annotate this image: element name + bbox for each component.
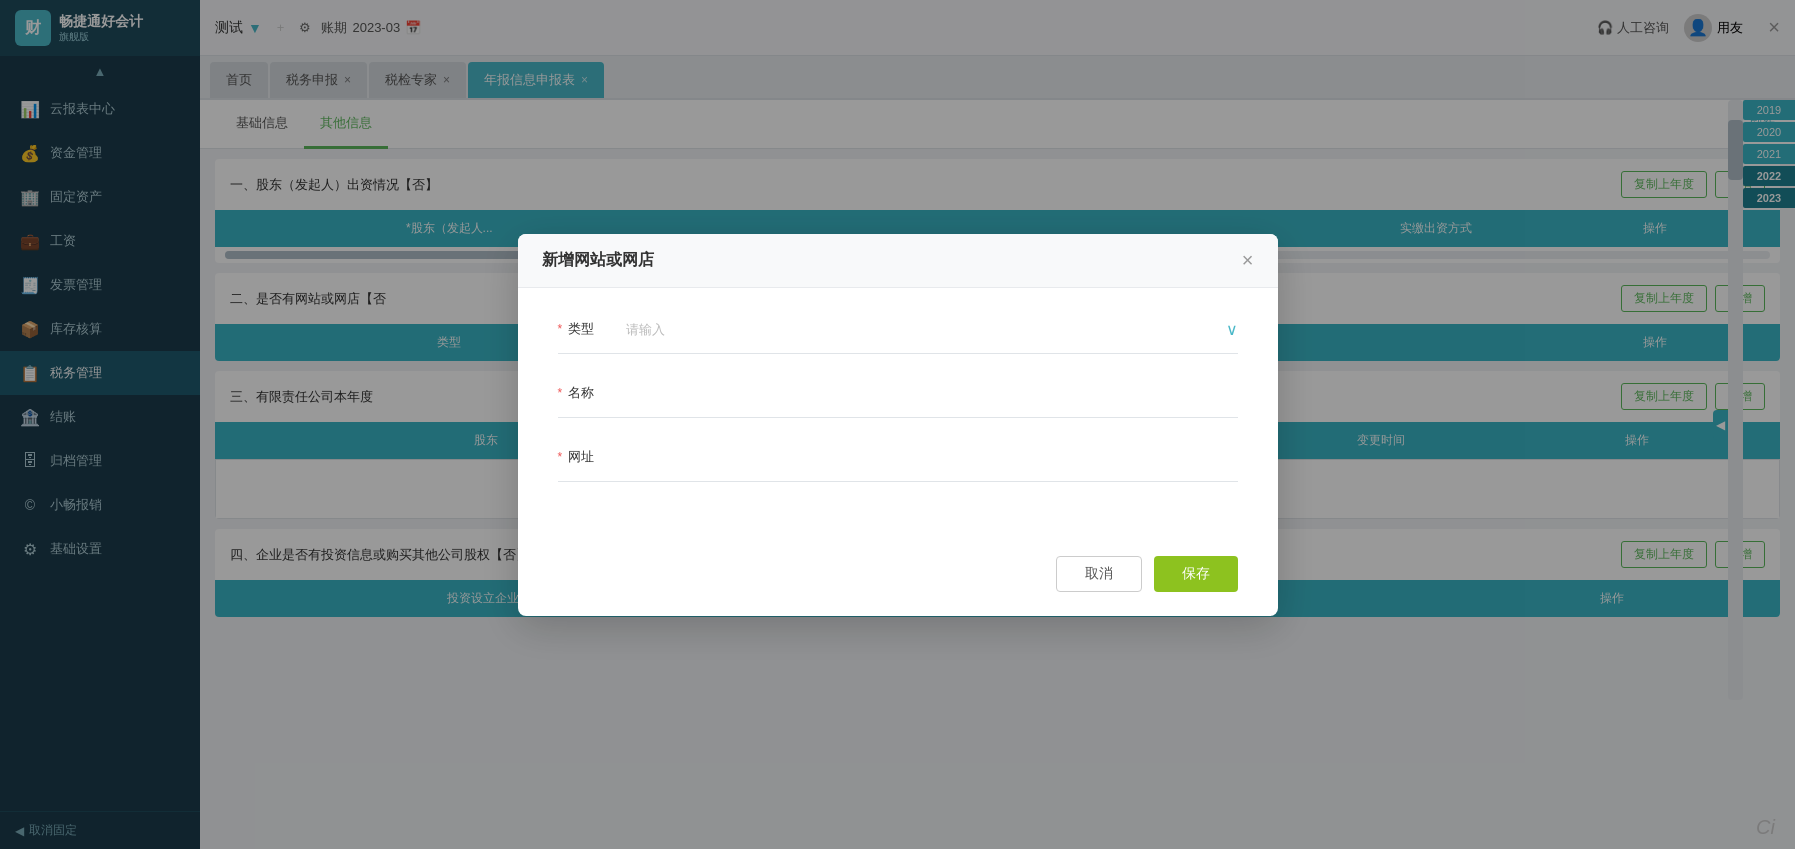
url-input[interactable]: [618, 446, 1238, 469]
modal-overlay[interactable]: 新增网站或网店 × * 类型 ∨ * 名称: [0, 0, 1795, 849]
name-input[interactable]: [618, 382, 1238, 405]
modal-header: 新增网站或网店 ×: [518, 234, 1278, 288]
type-dropdown-icon[interactable]: ∨: [1226, 320, 1238, 339]
form-row-url: * 网址: [558, 446, 1238, 482]
modal-body: * 类型 ∨ * 名称 * 网址: [518, 288, 1278, 540]
type-input[interactable]: [618, 318, 1226, 341]
modal-title: 新增网站或网店: [542, 250, 654, 271]
modal-close-button[interactable]: ×: [1242, 250, 1254, 270]
save-button[interactable]: 保存: [1154, 556, 1238, 592]
modal-footer: 取消 保存: [518, 540, 1278, 616]
form-row-name: * 名称: [558, 382, 1238, 418]
modal-add-website: 新增网站或网店 × * 类型 ∨ * 名称: [518, 234, 1278, 616]
cancel-button[interactable]: 取消: [1056, 556, 1142, 592]
form-row-type: * 类型 ∨: [558, 318, 1238, 354]
